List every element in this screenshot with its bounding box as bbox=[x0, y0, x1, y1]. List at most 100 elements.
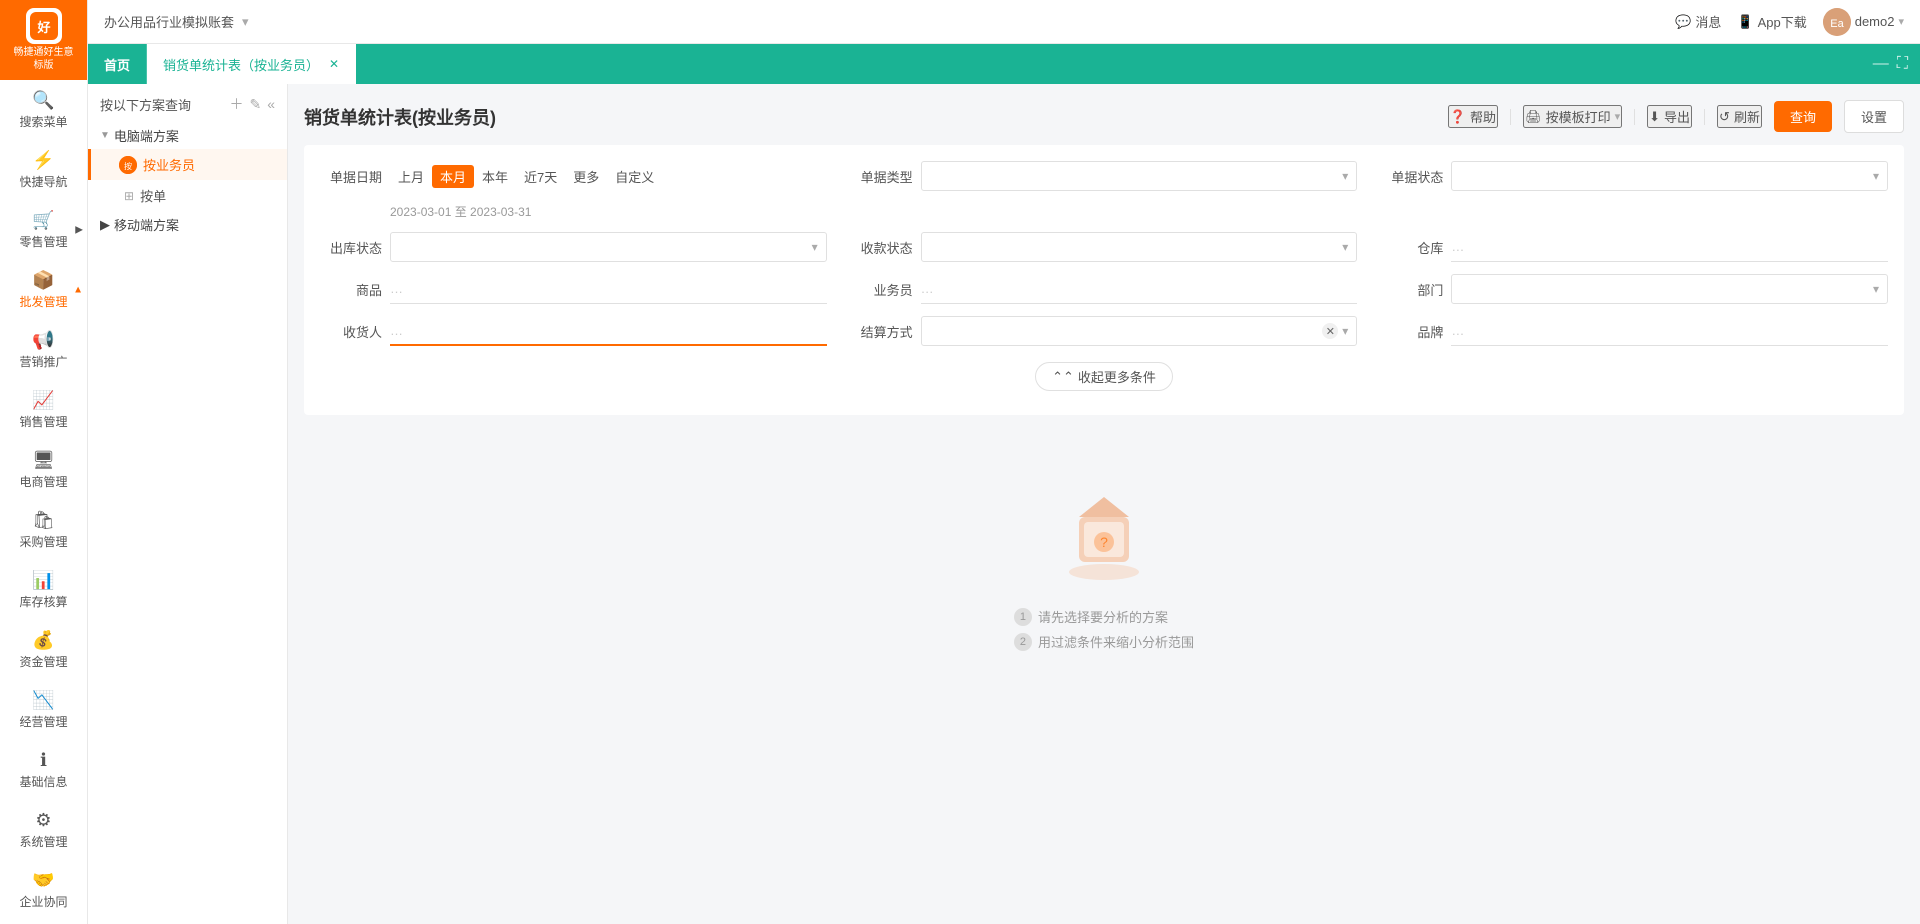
sidebar-item-purchase[interactable]: 🛍 采购管理 bbox=[0, 500, 87, 560]
outstatus-dropdown[interactable]: ▾ bbox=[390, 232, 827, 262]
sub-order-icon: ⊞ bbox=[124, 189, 134, 203]
template-print-label: 按模板打印 bbox=[1546, 107, 1611, 126]
sidebar-item-sales[interactable]: 📈 销售管理 bbox=[0, 380, 87, 440]
receiptstatus-dropdown[interactable]: ▾ bbox=[921, 232, 1358, 262]
tab-close-icon[interactable]: ✕ bbox=[329, 57, 339, 71]
date-tab-more[interactable]: 更多 bbox=[565, 165, 607, 188]
sidebar-item-retail[interactable]: 🛒 零售管理 ▶ bbox=[0, 200, 87, 260]
sidebar-item-system-label: 系统管理 bbox=[19, 833, 67, 850]
date-tab-this-year[interactable]: 本年 bbox=[474, 165, 516, 188]
date-tab-custom[interactable]: 自定义 bbox=[607, 165, 662, 188]
username-label: demo2 bbox=[1855, 14, 1895, 29]
filter-card: 单据日期 上月 本月 本年 近7天 更多 自定义 单据类型 bbox=[304, 145, 1904, 415]
template-print-button[interactable]: 🖨 按模板打印 ▾ bbox=[1523, 105, 1622, 128]
scheme-item-salesperson[interactable]: 按 按业务员 bbox=[88, 149, 287, 180]
docstatus-dropdown[interactable]: ▾ bbox=[1451, 161, 1888, 191]
tab-maximize-icon[interactable]: ⛶ bbox=[1897, 55, 1908, 73]
scheme-group-mobile: ▶ 移动端方案 bbox=[88, 211, 287, 238]
filter-date-cell: 单据日期 上月 本月 本年 近7天 更多 自定义 bbox=[320, 161, 827, 191]
consignee-input[interactable]: … bbox=[390, 316, 827, 346]
app-download-button[interactable]: 📱 App下载 bbox=[1737, 12, 1806, 31]
tab-home[interactable]: 首页 bbox=[88, 44, 147, 84]
sidebar-item-search[interactable]: 🔍 搜索菜单 bbox=[0, 80, 87, 140]
settings-button[interactable]: 设置 bbox=[1844, 100, 1904, 133]
sidebar-item-marketing-label: 营销推广 bbox=[19, 353, 67, 370]
sidebar-item-inventory[interactable]: 📊 库存核算 bbox=[0, 560, 87, 620]
message-button[interactable]: 💬 消息 bbox=[1675, 12, 1721, 31]
add-scheme-icon[interactable]: ＋ bbox=[229, 94, 243, 114]
collapse-button[interactable]: ⌃⌃ 收起更多条件 bbox=[1035, 362, 1173, 391]
scheme-salesperson-label: 按业务员 bbox=[143, 155, 195, 174]
page-title-bar: 销货单统计表(按业务员) ❓ 帮助 🖨 按模板打印 ▾ ⬇ bbox=[304, 100, 1904, 133]
hint-2-num: 2 bbox=[1014, 633, 1032, 651]
user-profile-button[interactable]: Ea demo2 ▾ bbox=[1823, 8, 1904, 36]
sidebar-logo: 好 畅捷通好生意 标版 bbox=[0, 0, 87, 80]
sidebar-item-quick[interactable]: ⚡ 快捷导航 bbox=[0, 140, 87, 200]
settlement-clear-icon[interactable]: ✕ bbox=[1322, 323, 1338, 339]
left-panel-actions: ＋ ✎ « bbox=[229, 94, 275, 114]
goods-input[interactable]: … bbox=[390, 274, 827, 304]
sidebar-item-operation[interactable]: 📉 经营管理 bbox=[0, 680, 87, 740]
department-dropdown[interactable]: ▾ bbox=[1451, 274, 1888, 304]
wholesale-arrow-icon: ▲ bbox=[73, 285, 83, 296]
scheme-group-mobile-header[interactable]: ▶ 移动端方案 bbox=[88, 211, 287, 238]
date-range-display: 2023-03-01 至 2023-03-31 bbox=[320, 203, 1888, 220]
sidebar-item-finance[interactable]: 💰 资金管理 bbox=[0, 620, 87, 680]
sidebar-item-ecommerce[interactable]: 🖥 电商管理 bbox=[0, 440, 87, 500]
empty-state: ? 1 请先选择要分析的方案 2 用过滤条件来缩小分析范围 bbox=[304, 427, 1904, 717]
filter-salesperson-cell: 业务员 … bbox=[851, 274, 1358, 304]
dropdown-arrow-icon[interactable]: ▾ bbox=[242, 14, 249, 30]
date-range-text: 2023-03-01 至 2023-03-31 bbox=[390, 203, 531, 220]
salesperson-input[interactable]: … bbox=[921, 274, 1358, 304]
actions-separator-3 bbox=[1704, 109, 1705, 125]
goods-label: 商品 bbox=[320, 280, 390, 299]
sidebar-item-search-label: 搜索菜单 bbox=[19, 113, 67, 130]
operation-nav-icon: 📉 bbox=[32, 690, 54, 711]
hint-1-num: 1 bbox=[1014, 608, 1032, 626]
settlement-dropdown[interactable]: ✕ ▾ bbox=[921, 316, 1358, 346]
sidebar-item-newbie[interactable]: 🎯 新手引导 bbox=[0, 920, 87, 924]
edit-scheme-icon[interactable]: ✎ bbox=[249, 96, 261, 113]
tab-sales-report-label: 销货单统计表（按业务员） bbox=[163, 55, 319, 74]
message-label: 消息 bbox=[1695, 12, 1721, 31]
empty-state-hints: 1 请先选择要分析的方案 2 用过滤条件来缩小分析范围 bbox=[1014, 607, 1194, 657]
collab-nav-icon: 🤝 bbox=[32, 870, 54, 891]
department-arrow-icon: ▾ bbox=[1873, 282, 1879, 296]
date-tab-last7days[interactable]: 近7天 bbox=[516, 165, 565, 188]
tab-sales-report[interactable]: 销货单统计表（按业务员） ✕ bbox=[147, 44, 356, 84]
left-panel-title: 按以下方案查询 bbox=[100, 95, 191, 114]
warehouse-input[interactable]: … bbox=[1451, 232, 1888, 262]
export-button[interactable]: ⬇ 导出 bbox=[1647, 105, 1692, 128]
salesperson-scheme-dot: 按 bbox=[119, 156, 137, 174]
sales-nav-icon: 📈 bbox=[32, 390, 54, 411]
sidebar-item-sales-label: 销售管理 bbox=[19, 413, 67, 430]
retail-nav-icon: 🛒 bbox=[32, 210, 54, 231]
actions-separator-2 bbox=[1634, 109, 1635, 125]
marketing-nav-icon: 📢 bbox=[32, 330, 54, 351]
svg-text:?: ? bbox=[1100, 534, 1108, 550]
sidebar-item-basic[interactable]: ℹ 基础信息 bbox=[0, 740, 87, 800]
refresh-button[interactable]: ↺ 刷新 bbox=[1717, 105, 1762, 128]
sidebar-item-system[interactable]: ⚙ 系统管理 bbox=[0, 800, 87, 860]
sidebar-item-marketing[interactable]: 📢 营销推广 bbox=[0, 320, 87, 380]
date-tab-last-month[interactable]: 上月 bbox=[390, 165, 432, 188]
collapse-panel-icon[interactable]: « bbox=[267, 96, 275, 112]
doctype-dropdown[interactable]: ▾ bbox=[921, 161, 1358, 191]
doctype-arrow-icon: ▾ bbox=[1342, 169, 1348, 183]
help-button[interactable]: ❓ 帮助 bbox=[1448, 105, 1498, 128]
download-icon: 📱 bbox=[1737, 14, 1753, 30]
salesperson-placeholder: … bbox=[921, 281, 1354, 296]
docstatus-arrow-icon: ▾ bbox=[1873, 169, 1879, 183]
scheme-sub-item-order[interactable]: ⊞ 按单 bbox=[88, 180, 287, 211]
filter-brand-cell: 品牌 … bbox=[1381, 316, 1888, 346]
scheme-group-pc-header[interactable]: ▼ 电脑端方案 bbox=[88, 122, 287, 149]
left-panel: 按以下方案查询 ＋ ✎ « ▼ 电脑端方案 按 按业务员 bbox=[88, 84, 288, 924]
brand-input[interactable]: … bbox=[1451, 316, 1888, 346]
sidebar-item-wholesale[interactable]: 📦 批发管理 ▲ bbox=[0, 260, 87, 320]
sidebar-item-basic-label: 基础信息 bbox=[19, 773, 67, 790]
sidebar-item-collab[interactable]: 🤝 企业协同 bbox=[0, 860, 87, 920]
date-tab-this-month[interactable]: 本月 bbox=[432, 165, 474, 188]
doctype-label: 单据类型 bbox=[851, 167, 921, 186]
tab-minimize-icon[interactable]: — bbox=[1873, 55, 1889, 73]
query-button[interactable]: 查询 bbox=[1774, 101, 1832, 132]
